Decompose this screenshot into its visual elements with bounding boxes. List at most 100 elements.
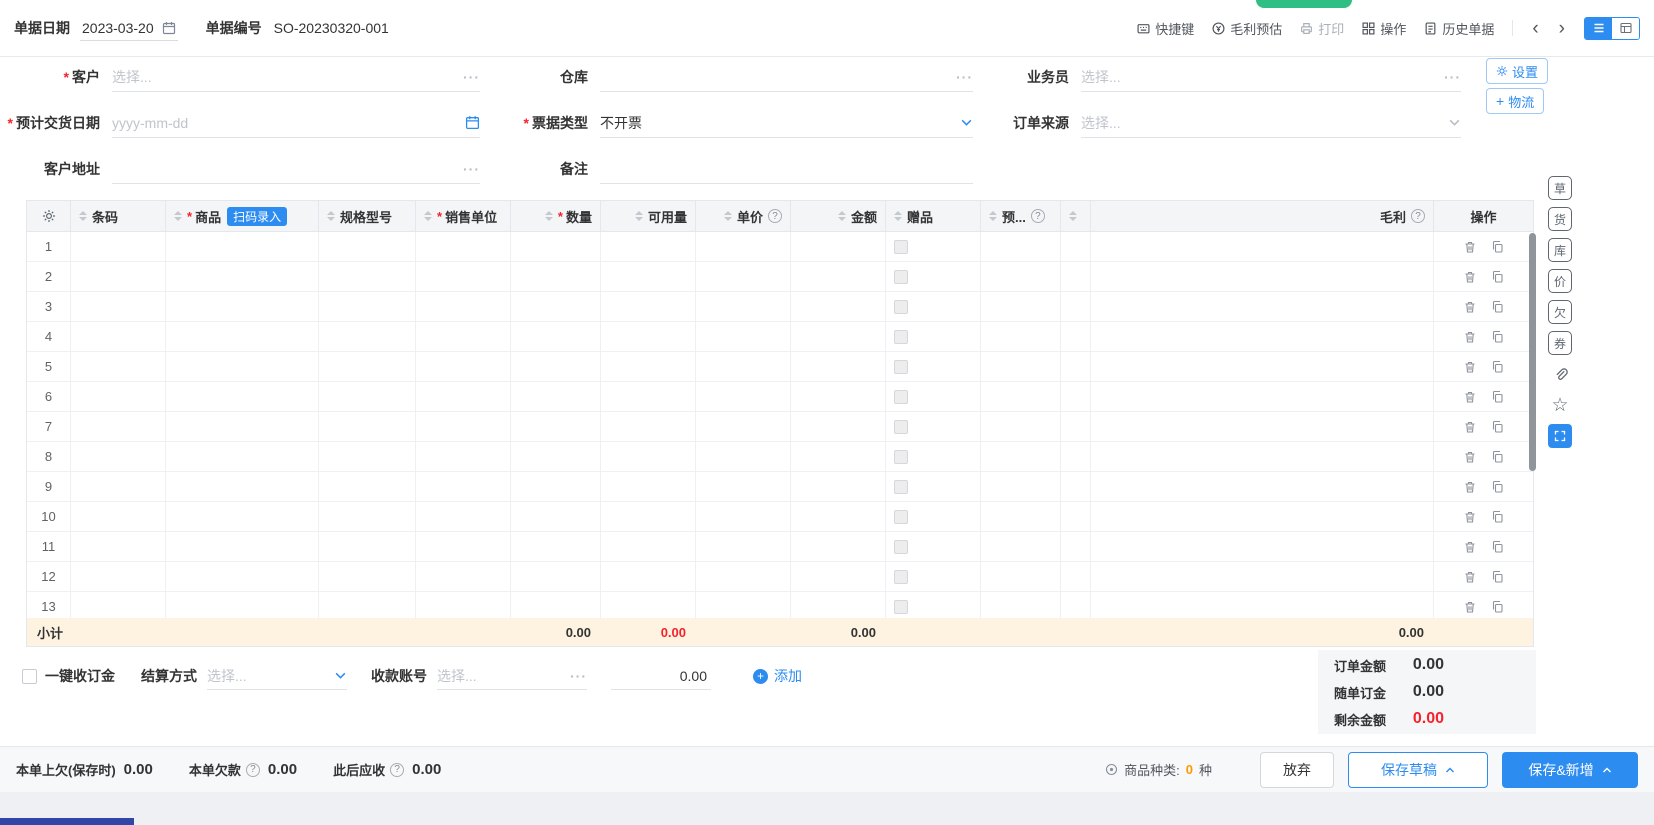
delete-row-icon[interactable] <box>1463 270 1477 284</box>
save-and-new-button[interactable]: 保存&新增 <box>1502 751 1638 788</box>
gift-checkbox[interactable] <box>894 359 908 374</box>
delete-row-icon[interactable] <box>1463 450 1477 464</box>
cell-spec[interactable] <box>319 322 416 351</box>
ellipsis-icon[interactable]: ··· <box>570 668 587 684</box>
cell-product[interactable] <box>166 412 319 441</box>
operations-button[interactable]: 操作 <box>1362 19 1406 38</box>
cell-spec[interactable] <box>319 382 416 411</box>
sort-icon[interactable] <box>79 211 87 221</box>
sort-icon[interactable] <box>544 211 553 221</box>
cell-price[interactable] <box>696 472 791 501</box>
cell-unit[interactable] <box>416 502 511 531</box>
goods-icon[interactable]: 货 <box>1548 207 1572 231</box>
cell-product[interactable] <box>166 322 319 351</box>
cell-amount[interactable] <box>791 292 886 321</box>
copy-row-icon[interactable] <box>1491 330 1505 344</box>
gift-checkbox[interactable] <box>894 449 908 464</box>
customer-select[interactable]: 选择... ··· <box>112 62 480 92</box>
cell-amount[interactable] <box>791 262 886 291</box>
cell-profit[interactable] <box>1091 262 1434 291</box>
cell-spec[interactable] <box>319 292 416 321</box>
copy-row-icon[interactable] <box>1491 480 1505 494</box>
logistics-button[interactable]: + 物流 <box>1486 88 1545 114</box>
cell-qty[interactable] <box>511 592 601 618</box>
cell-unit[interactable] <box>416 472 511 501</box>
sort-icon[interactable] <box>634 211 643 221</box>
cell-extra[interactable] <box>1061 412 1091 441</box>
cell-product[interactable] <box>166 472 319 501</box>
delete-row-icon[interactable] <box>1463 480 1477 494</box>
cell-barcode[interactable] <box>71 472 166 501</box>
cell-profit[interactable] <box>1091 412 1434 441</box>
cancel-button[interactable]: 放弃 <box>1260 751 1334 788</box>
cell-profit[interactable] <box>1091 232 1434 261</box>
cell-extra[interactable] <box>1061 442 1091 471</box>
cell-price[interactable] <box>696 532 791 561</box>
cell-forecast[interactable] <box>981 382 1061 411</box>
cell-available[interactable] <box>601 532 696 561</box>
cell-price[interactable] <box>696 412 791 441</box>
col-header-price[interactable]: 单价? <box>696 201 791 231</box>
cell-available[interactable] <box>601 352 696 381</box>
account-select[interactable]: 选择... ··· <box>437 662 587 690</box>
cell-unit[interactable] <box>416 442 511 471</box>
warehouse-select[interactable]: ··· <box>600 62 973 92</box>
cell-unit[interactable] <box>416 262 511 291</box>
cell-barcode[interactable] <box>71 262 166 291</box>
delete-row-icon[interactable] <box>1463 510 1477 524</box>
cell-qty[interactable] <box>511 502 601 531</box>
cell-spec[interactable] <box>319 262 416 291</box>
cell-qty[interactable] <box>511 262 601 291</box>
table-row[interactable]: 3 <box>27 292 1533 322</box>
cell-available[interactable] <box>601 562 696 591</box>
cell-price[interactable] <box>696 562 791 591</box>
cell-qty[interactable] <box>511 292 601 321</box>
cell-spec[interactable] <box>319 412 416 441</box>
fullscreen-icon[interactable] <box>1548 424 1572 448</box>
copy-row-icon[interactable] <box>1491 600 1505 614</box>
cell-forecast[interactable] <box>981 442 1061 471</box>
cell-amount[interactable] <box>791 472 886 501</box>
one-click-deposit-checkbox[interactable] <box>22 668 37 684</box>
sort-icon[interactable] <box>327 211 335 221</box>
salesman-select[interactable]: 选择... ··· <box>1081 62 1461 92</box>
invoice-type-select[interactable]: 不开票 <box>600 108 973 138</box>
gift-checkbox[interactable] <box>894 479 908 494</box>
cell-extra[interactable] <box>1061 232 1091 261</box>
cell-barcode[interactable] <box>71 322 166 351</box>
doc-date-input[interactable]: 2023-03-20 <box>80 16 178 41</box>
delivery-date-input[interactable]: yyyy-mm-dd <box>112 108 480 138</box>
chevron-down-icon[interactable] <box>960 116 973 129</box>
cell-profit[interactable] <box>1091 472 1434 501</box>
cell-barcode[interactable] <box>71 412 166 441</box>
copy-row-icon[interactable] <box>1491 450 1505 464</box>
cell-extra[interactable] <box>1061 382 1091 411</box>
cell-product[interactable] <box>166 592 319 618</box>
cell-amount[interactable] <box>791 322 886 351</box>
cell-amount[interactable] <box>791 562 886 591</box>
remark-input[interactable] <box>600 154 973 184</box>
cell-qty[interactable] <box>511 472 601 501</box>
gift-checkbox[interactable] <box>894 509 908 524</box>
copy-row-icon[interactable] <box>1491 420 1505 434</box>
cell-barcode[interactable] <box>71 532 166 561</box>
table-row[interactable]: 8 <box>27 442 1533 472</box>
cell-extra[interactable] <box>1061 592 1091 618</box>
cell-qty[interactable] <box>511 352 601 381</box>
cell-unit[interactable] <box>416 322 511 351</box>
deposit-amount-input[interactable]: 0.00 <box>611 662 711 690</box>
draft-icon[interactable]: 草 <box>1548 176 1572 200</box>
col-header-available[interactable]: 可用量 <box>601 201 696 231</box>
cell-profit[interactable] <box>1091 562 1434 591</box>
inventory-icon[interactable]: 库 <box>1548 238 1572 262</box>
cell-product[interactable] <box>166 232 319 261</box>
cell-extra[interactable] <box>1061 472 1091 501</box>
next-doc-arrow[interactable]: › <box>1558 19 1566 38</box>
gift-checkbox[interactable] <box>894 269 908 284</box>
cell-available[interactable] <box>601 502 696 531</box>
cell-price[interactable] <box>696 502 791 531</box>
cell-amount[interactable] <box>791 502 886 531</box>
cell-forecast[interactable] <box>981 232 1061 261</box>
table-row[interactable]: 12 <box>27 562 1533 592</box>
cell-spec[interactable] <box>319 562 416 591</box>
